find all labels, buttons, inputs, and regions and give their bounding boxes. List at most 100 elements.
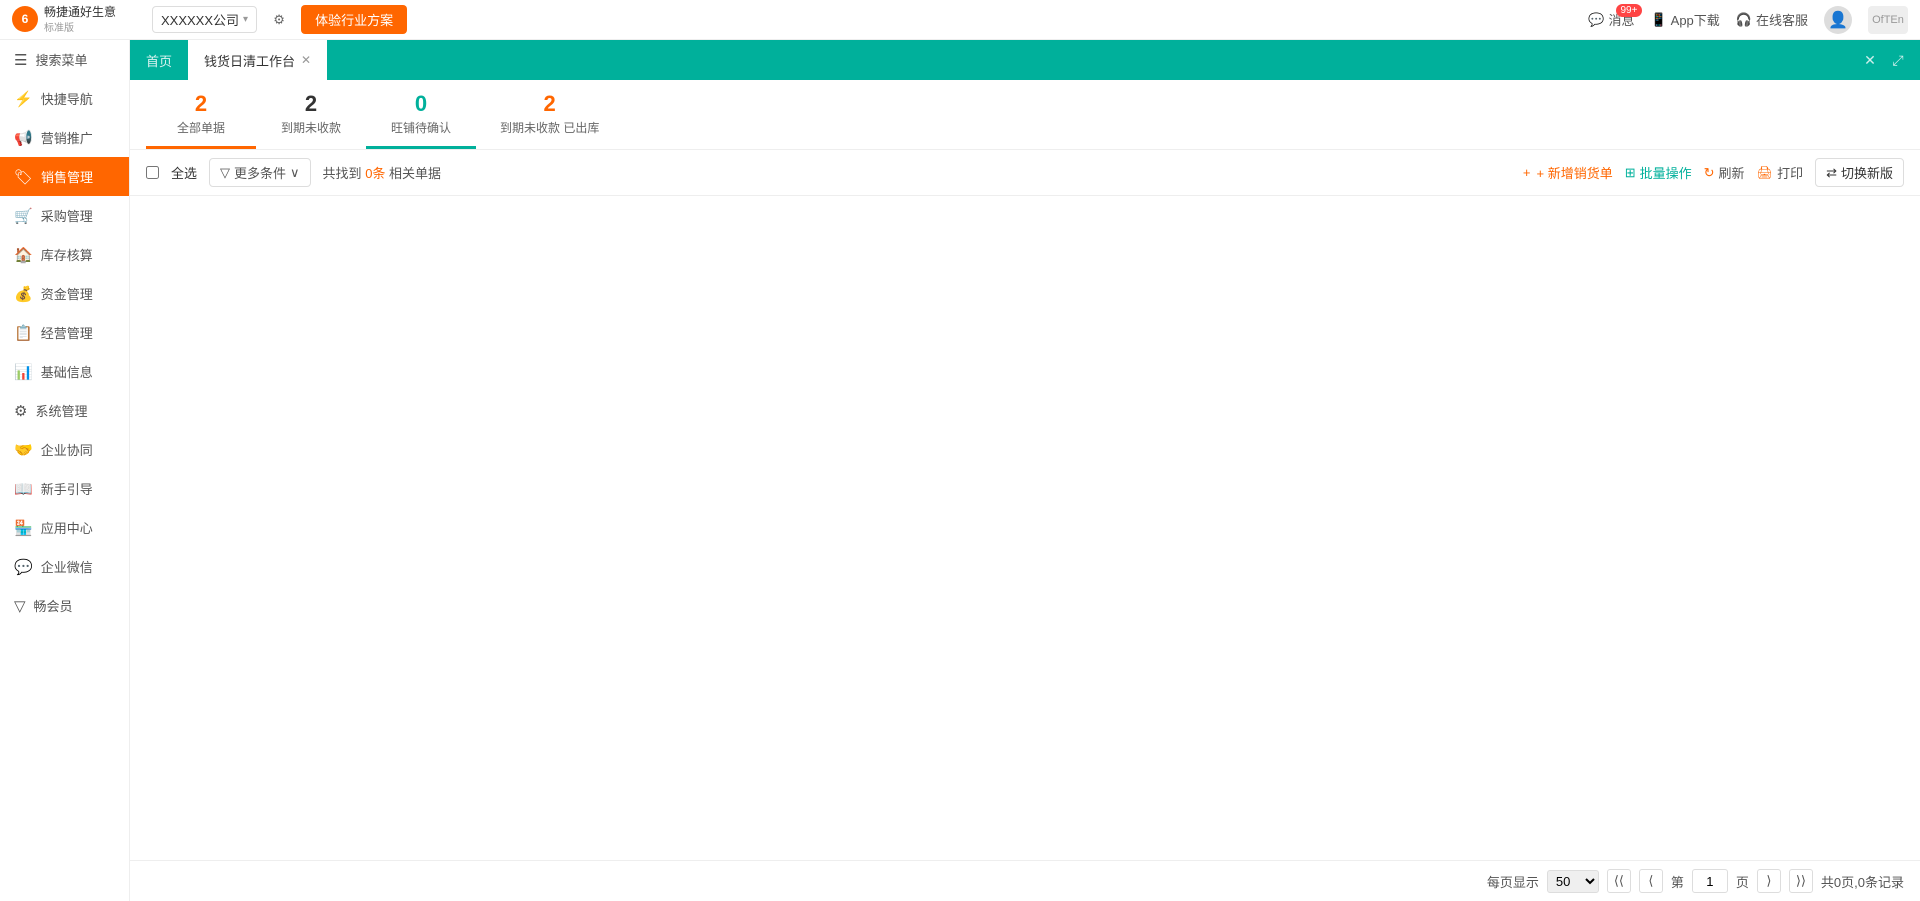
sidebar-item-sales[interactable]: 🏷 销售管理 [0,157,129,196]
tab-home[interactable]: 首页 [130,40,188,80]
sidebar-item-search[interactable]: ☰ 搜索菜单 [0,40,129,79]
sidebar-inventory-label: 库存核算 [41,245,93,264]
tab-controls: ✕ ⤢ [1856,46,1920,74]
refresh-button[interactable]: ↻ 刷新 [1704,163,1745,182]
tab-bar: 首页 钱货日清工作台 ✕ ✕ ⤢ [130,40,1920,80]
filter-icon: ▽ [220,165,230,181]
page-number-input[interactable] [1692,869,1728,893]
inventory-icon: 🏠 [14,246,33,264]
stat-tab-overdue[interactable]: 2 到期未收款 [256,80,366,149]
sidebar-item-cooperation[interactable]: 🤝 企业协同 [0,430,129,469]
stat-label-overdue: 到期未收款 [281,119,341,136]
chevron-down-icon: ▾ [243,14,248,25]
quick-nav-icon: ⚡ [14,90,33,108]
wechat-icon: 💬 [14,558,33,576]
company-name: XXXXXX公司 [161,10,239,29]
found-suffix: 相关单据 [389,166,441,181]
tab-close-button[interactable]: ✕ [1856,46,1884,74]
sidebar-marketing-label: 营销推广 [41,128,93,147]
avatar-icon: 👤 [1828,10,1848,30]
stat-label-all: 全部单据 [177,119,225,136]
sidebar-cooperation-label: 企业协同 [41,440,93,459]
user-name[interactable]: OfTEn [1868,6,1908,34]
add-sale-label: + 新增销货单 [1536,163,1612,182]
last-page-icon: ⟩⟩ [1796,873,1806,889]
batch-operation-button[interactable]: ⊞ 批量操作 [1625,163,1692,182]
system-icon: ⚙ [14,402,27,420]
switch-icon: ⇄ [1826,165,1837,181]
sidebar-item-inventory[interactable]: 🏠 库存核算 [0,235,129,274]
table-area [130,196,1920,860]
batch-icon: ⊞ [1625,165,1636,181]
sidebar-item-purchase[interactable]: 🛒 采购管理 [0,196,129,235]
last-page-button[interactable]: ⟩⟩ [1789,869,1813,893]
app-download-button[interactable]: 📱 App下载 [1650,10,1719,29]
sidebar-item-member[interactable]: ▽ 畅会员 [0,586,129,625]
operation-icon: 📋 [14,324,33,342]
refresh-icon: ↻ [1704,165,1715,181]
add-sale-button[interactable]: + + 新增销货单 [1523,163,1613,182]
sidebar-search-label: 搜索菜单 [35,50,87,69]
next-page-icon: ⟩ [1766,873,1771,889]
sidebar-item-quick-nav[interactable]: ⚡ 快捷导航 [0,79,129,118]
app-center-icon: 🏪 [14,519,33,537]
stat-label-wangpu: 旺铺待确认 [391,119,451,136]
sidebar-operation-label: 经营管理 [41,323,93,342]
per-page-label: 每页显示 [1487,872,1539,891]
batch-label: 批量操作 [1640,163,1692,182]
message-button[interactable]: 💬 消息 99+ [1588,10,1634,29]
found-label: 共找到 [323,166,362,181]
sidebar-item-system[interactable]: ⚙ 系统管理 [0,391,129,430]
page-suffix: 页 [1736,872,1749,891]
cooperation-icon: 🤝 [14,441,33,459]
sidebar-item-finance[interactable]: 💰 资金管理 [0,274,129,313]
filter-button[interactable]: ▽ 更多条件 ∨ [209,158,311,187]
stat-tab-shipped[interactable]: 2 到期未收款 已出库 [476,80,623,149]
company-selector[interactable]: XXXXXX公司 ▾ [152,6,257,33]
toolbar: 全选 ▽ 更多条件 ∨ 共找到 0条 相关单据 + + 新增销货单 ⊞ 批量操作… [130,150,1920,196]
sidebar-member-label: 畅会员 [34,596,73,615]
first-page-button[interactable]: ⟨⟨ [1607,869,1631,893]
try-industry-button[interactable]: 体验行业方案 [301,5,407,34]
sidebar-item-marketing[interactable]: 📢 营销推广 [0,118,129,157]
close-window-icon: ✕ [1864,52,1876,69]
marketing-icon: 📢 [14,129,33,147]
avatar[interactable]: 👤 [1824,6,1852,34]
stat-num-overdue: 2 [305,91,317,117]
sidebar-wechat-label: 企业微信 [41,557,93,576]
header-right: 💬 消息 99+ 📱 App下载 🎧 在线客服 👤 OfTEn [1588,6,1908,34]
settings-button[interactable]: ⚙ [265,6,293,34]
sidebar: ☰ 搜索菜单 ⚡ 快捷导航 📢 营销推广 🏷 销售管理 🛒 采购管理 🏠 库存核… [0,0,130,901]
print-button[interactable]: 🖨 打印 [1757,163,1804,182]
username-text: OfTEn [1872,14,1904,26]
sidebar-item-app-center[interactable]: 🏪 应用中心 [0,508,129,547]
tab-workbench-label: 钱货日清工作台 [204,51,295,70]
sidebar-quick-nav-label: 快捷导航 [41,89,93,108]
main-content: 2 全部单据 2 到期未收款 0 旺铺待确认 2 到期未收款 已出库 全选 ▽ … [130,80,1920,901]
switch-version-button[interactable]: ⇄ 切换新版 [1815,158,1904,187]
sidebar-item-operation[interactable]: 📋 经营管理 [0,313,129,352]
tab-close-icon[interactable]: ✕ [301,53,311,67]
stats-tabs: 2 全部单据 2 到期未收款 0 旺铺待确认 2 到期未收款 已出库 [130,80,1920,150]
online-service-button[interactable]: 🎧 在线客服 [1736,10,1808,29]
sidebar-finance-label: 资金管理 [41,284,93,303]
tab-workbench[interactable]: 钱货日清工作台 ✕ [188,40,327,80]
total-text: 共0页,0条记录 [1821,872,1904,891]
top-header: 6 畅捷通好生意 标准版 XXXXXX公司 ▾ ⚙ 体验行业方案 💬 消息 99… [0,0,1920,40]
online-service-label: 在线客服 [1756,10,1808,29]
search-icon: ☰ [14,51,27,69]
next-page-button[interactable]: ⟩ [1757,869,1781,893]
stat-tab-wangpu[interactable]: 0 旺铺待确认 [366,80,476,149]
sales-icon: 🏷 [14,168,33,186]
tab-maximize-button[interactable]: ⤢ [1884,46,1912,74]
per-page-select[interactable]: 50 100 200 [1547,870,1599,893]
prev-page-button[interactable]: ⟨ [1639,869,1663,893]
sidebar-item-guide[interactable]: 📖 新手引导 [0,469,129,508]
sidebar-item-wechat[interactable]: 💬 企业微信 [0,547,129,586]
stat-tab-all[interactable]: 2 全部单据 [146,80,256,149]
message-badge: 99+ [1616,4,1643,17]
prev-page-icon: ⟨ [1648,873,1653,889]
select-all-checkbox[interactable] [146,166,159,179]
sidebar-item-basic-info[interactable]: 📊 基础信息 [0,352,129,391]
maximize-icon: ⤢ [1892,52,1903,69]
